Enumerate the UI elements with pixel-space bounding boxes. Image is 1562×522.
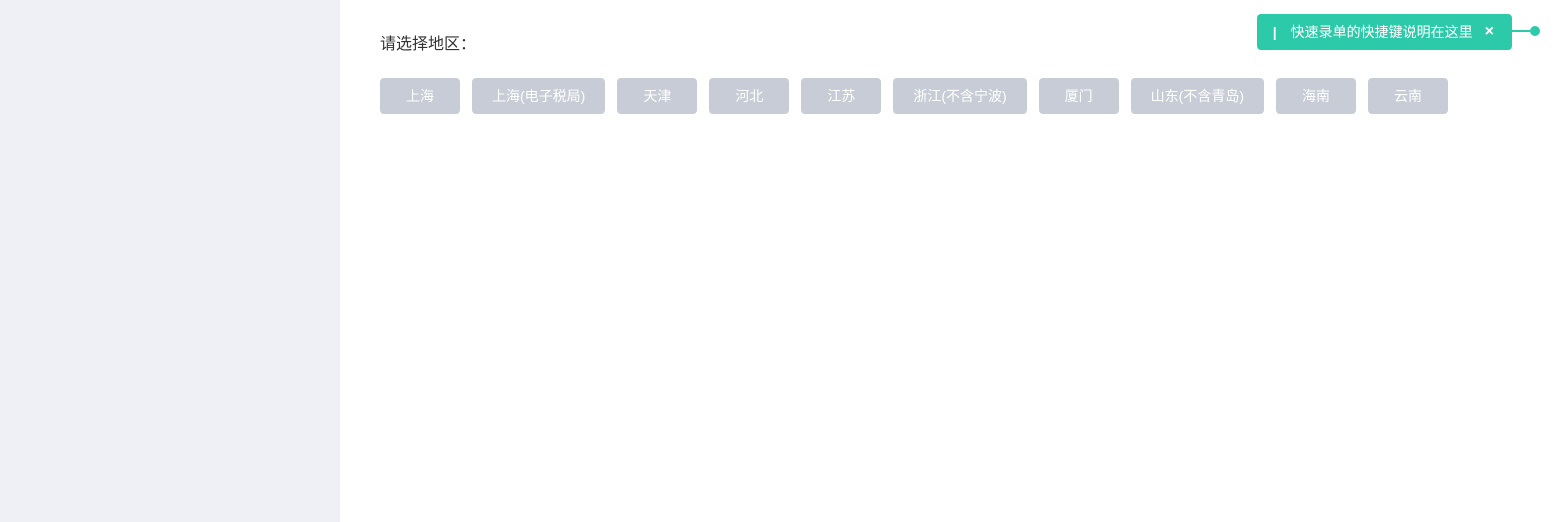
region-btn-shandong[interactable]: 山东(不含青岛) bbox=[1131, 78, 1264, 114]
tooltip-close-button[interactable]: × bbox=[1483, 23, 1496, 41]
region-btn-hainan[interactable]: 海南 bbox=[1276, 78, 1356, 114]
region-btn-tianjin[interactable]: 天津 bbox=[617, 78, 697, 114]
sidebar bbox=[0, 0, 340, 522]
tooltip-connector-dot bbox=[1530, 26, 1540, 36]
region-btn-shanghai[interactable]: 上海 bbox=[380, 78, 460, 114]
region-btn-xiamen[interactable]: 厦门 bbox=[1039, 78, 1119, 114]
region-btn-hebei[interactable]: 河北 bbox=[709, 78, 789, 114]
tooltip-text: 快速录单的快捷键说明在这里 bbox=[1291, 22, 1473, 42]
tooltip-connector-line bbox=[1512, 30, 1530, 32]
region-btn-shanghai-etax[interactable]: 上海(电子税局) bbox=[472, 78, 605, 114]
tooltip-bar: 快速录单的快捷键说明在这里 × bbox=[1257, 14, 1512, 50]
region-btn-yunnan[interactable]: 云南 bbox=[1368, 78, 1448, 114]
main-content: 请选择地区： 上海上海(电子税局)天津河北江苏浙江(不含宁波)厦门山东(不含青岛… bbox=[340, 0, 1562, 522]
region-buttons-container: 上海上海(电子税局) 天津河北江苏浙江(不含宁波) 厦门山东(不含青岛) 海南云南 bbox=[380, 78, 1522, 114]
region-btn-zhejiang[interactable]: 浙江(不含宁波) bbox=[893, 78, 1026, 114]
region-btn-jiangsu[interactable]: 江苏 bbox=[801, 78, 881, 114]
